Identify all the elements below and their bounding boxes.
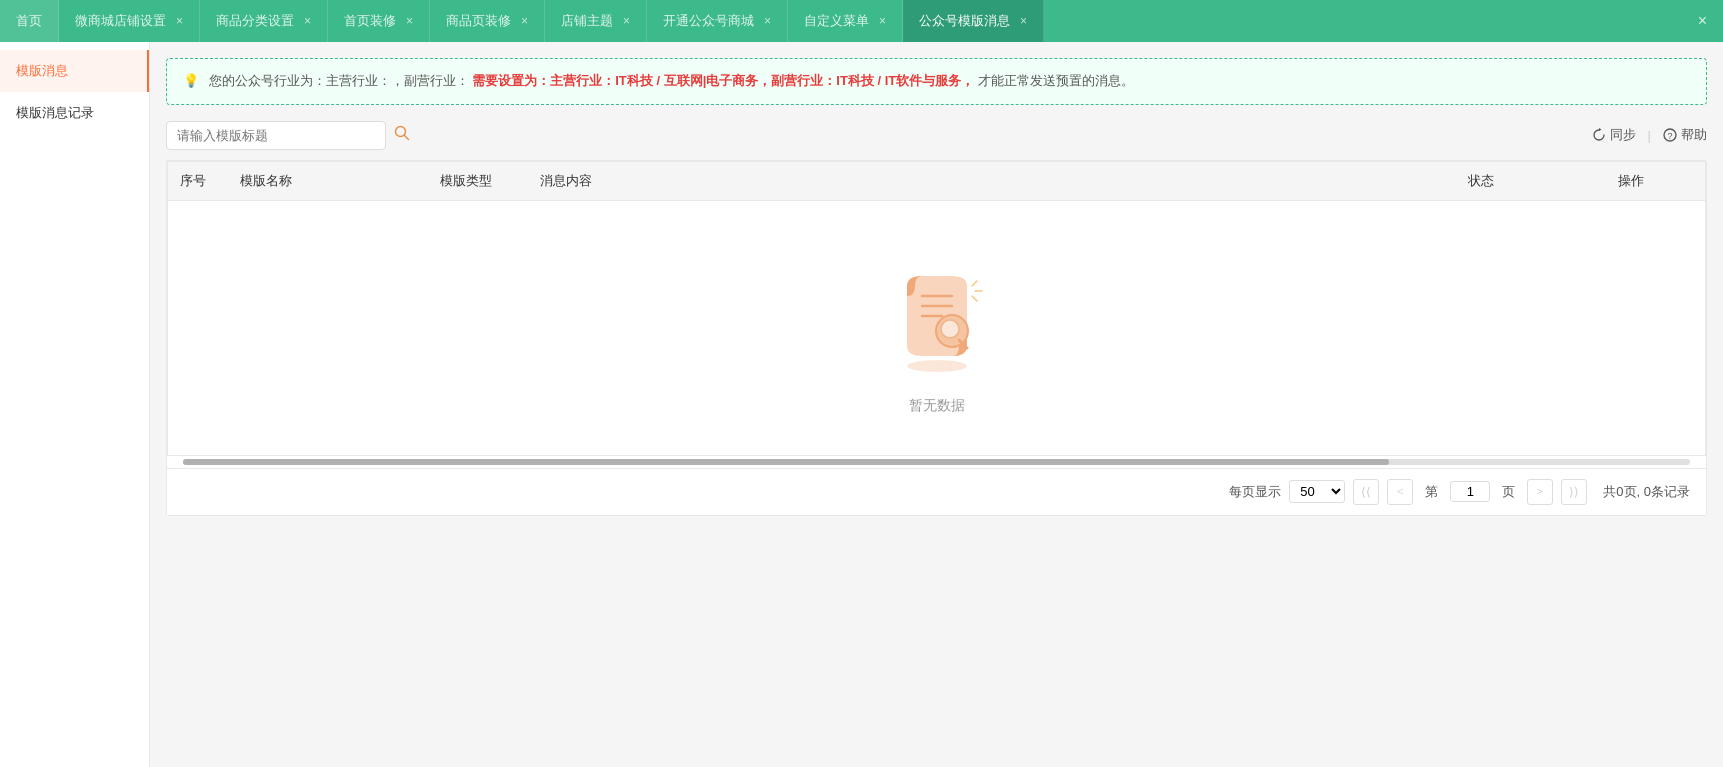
table-wrapper: 序号 模版名称 模版类型 消息内容 状态 操作 xyxy=(166,160,1707,516)
toolbar: 同步 | ? 帮助 xyxy=(166,121,1707,150)
close-all-button[interactable]: × xyxy=(1682,12,1723,30)
svg-point-9 xyxy=(941,320,959,338)
top-nav: 首页 微商城店铺设置 × 商品分类设置 × 首页装修 × 商品页装修 × 店铺主… xyxy=(0,0,1723,42)
search-input[interactable] xyxy=(166,121,386,150)
tab-category[interactable]: 商品分类设置 × xyxy=(200,0,328,42)
col-header-name: 模版名称 xyxy=(228,161,428,200)
scrollbar-thumb[interactable] xyxy=(183,459,1389,465)
close-tab-theme[interactable]: × xyxy=(623,14,630,28)
page-input[interactable] xyxy=(1450,481,1490,502)
tab-theme[interactable]: 店铺主题 × xyxy=(545,0,647,42)
tab-home[interactable]: 首页 xyxy=(0,0,59,42)
help-button[interactable]: ? 帮助 xyxy=(1663,126,1707,144)
content-area: 💡 您的公众号行业为：主营行业：，副营行业： 需要设置为：主营行业：IT科技 /… xyxy=(150,42,1723,767)
page-size-label: 每页显示 xyxy=(1229,483,1281,501)
page-size-select[interactable]: 50 10 20 100 xyxy=(1289,480,1345,503)
divider: | xyxy=(1648,128,1651,143)
notice-icon: 💡 xyxy=(183,73,199,88)
right-actions: 同步 | ? 帮助 xyxy=(1592,126,1707,144)
tab-template-msg[interactable]: 公众号模版消息 × xyxy=(903,0,1044,42)
scrollbar-track xyxy=(183,459,1690,465)
page-unit: 页 xyxy=(1502,483,1515,501)
last-page-button[interactable]: ⟩⟩ xyxy=(1561,479,1587,505)
tab-custom-menu[interactable]: 自定义菜单 × xyxy=(788,0,903,42)
col-header-type: 模版类型 xyxy=(428,161,528,200)
empty-text: 暂无数据 xyxy=(909,397,965,415)
notice-banner: 💡 您的公众号行业为：主营行业：，副营行业： 需要设置为：主营行业：IT科技 /… xyxy=(166,58,1707,105)
svg-point-4 xyxy=(907,360,967,372)
page-label: 第 xyxy=(1425,483,1438,501)
prev-page-button[interactable]: ＜ xyxy=(1387,479,1413,505)
sync-button[interactable]: 同步 xyxy=(1592,126,1636,144)
search-area xyxy=(166,121,410,150)
first-page-button[interactable]: ⟨⟨ xyxy=(1353,479,1379,505)
svg-line-11 xyxy=(972,281,977,286)
svg-line-13 xyxy=(972,296,977,301)
col-header-action: 操作 xyxy=(1606,161,1706,200)
tab-product-decor[interactable]: 商品页装修 × xyxy=(430,0,545,42)
tab-home-decor[interactable]: 首页装修 × xyxy=(328,0,430,42)
pagination-bar: 每页显示 50 10 20 100 ⟨⟨ ＜ 第 页 ＞ ⟩⟩ 共0页, 0条记… xyxy=(167,468,1706,515)
sidebar-item-template-msg[interactable]: 模版消息 xyxy=(0,50,149,92)
close-tab-product-decor[interactable]: × xyxy=(521,14,528,28)
data-table: 序号 模版名称 模版类型 消息内容 状态 操作 xyxy=(167,161,1706,456)
col-header-status: 状态 xyxy=(1456,161,1606,200)
close-tab-custom-menu[interactable]: × xyxy=(879,14,886,28)
close-tab-home-decor[interactable]: × xyxy=(406,14,413,28)
next-page-button[interactable]: ＞ xyxy=(1527,479,1553,505)
search-button[interactable] xyxy=(394,125,410,145)
svg-text:?: ? xyxy=(1667,131,1672,141)
sidebar: 模版消息 模版消息记录 xyxy=(0,42,150,767)
empty-state: 暂无数据 xyxy=(168,201,1705,455)
tab-shop-setting[interactable]: 微商城店铺设置 × xyxy=(59,0,200,42)
sidebar-item-template-msg-record[interactable]: 模版消息记录 xyxy=(0,92,149,134)
svg-line-1 xyxy=(405,136,409,140)
close-tab-category[interactable]: × xyxy=(304,14,311,28)
col-header-content: 消息内容 xyxy=(528,161,1456,200)
scrollbar-area[interactable] xyxy=(167,456,1706,468)
main-layout: 模版消息 模版消息记录 💡 您的公众号行业为：主营行业：，副营行业： 需要设置为… xyxy=(0,42,1723,767)
tab-open-mall[interactable]: 开通公众号商城 × xyxy=(647,0,788,42)
total-info: 共0页, 0条记录 xyxy=(1603,483,1690,501)
close-tab-open-mall[interactable]: × xyxy=(764,14,771,28)
close-tab-template-msg[interactable]: × xyxy=(1020,14,1027,28)
close-tab-shop-setting[interactable]: × xyxy=(176,14,183,28)
col-header-index: 序号 xyxy=(168,161,228,200)
